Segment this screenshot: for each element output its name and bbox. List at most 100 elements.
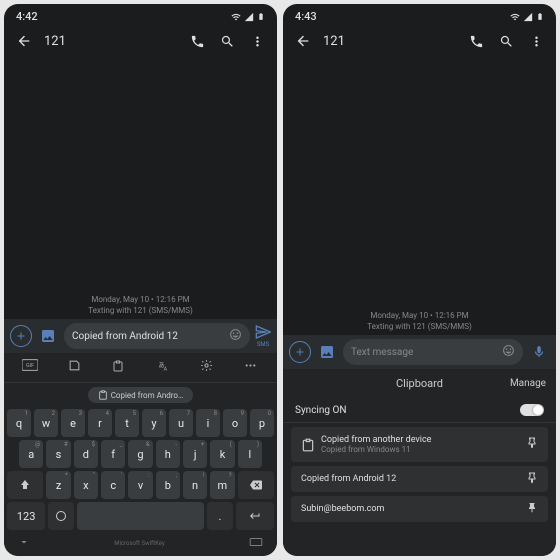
emoji-button[interactable] (502, 344, 515, 360)
send-label: SMS (257, 341, 269, 348)
gallery-button[interactable] (316, 341, 338, 363)
settings-icon (200, 359, 213, 372)
back-button[interactable] (14, 31, 34, 51)
call-button[interactable] (466, 31, 486, 51)
key-c[interactable]: c' (101, 471, 125, 499)
keyboard-small-icon (249, 537, 263, 547)
emoji-icon (229, 328, 242, 341)
key-z[interactable]: z* (46, 471, 70, 499)
clip-item-title: Copied from another device (321, 435, 431, 445)
key-y[interactable]: y6 (142, 409, 166, 437)
key-x[interactable]: x" (74, 471, 98, 499)
key-b[interactable]: b; (156, 471, 180, 499)
add-button[interactable] (289, 341, 311, 363)
signal-icon (244, 12, 254, 22)
conversation-area: Monday, May 10 • 12:16 PM Texting with 1… (4, 57, 277, 319)
key-i[interactable]: i8 (196, 409, 220, 437)
key-u[interactable]: u7 (169, 409, 193, 437)
key-o[interactable]: o9 (223, 409, 247, 437)
kb-more-button[interactable] (241, 359, 261, 376)
emoji-button[interactable] (229, 328, 242, 344)
kb-suggestion[interactable]: Copied from Andro… (88, 387, 194, 403)
key-emoji[interactable] (48, 502, 74, 530)
key-p[interactable]: p0 (250, 409, 274, 437)
clip-item-title: Copied from Android 12 (301, 474, 396, 484)
compose-input[interactable]: Copied from Android 12 (64, 323, 250, 349)
clipboard-small-icon (98, 390, 108, 400)
key-e[interactable]: e3 (61, 409, 85, 437)
key-m[interactable]: m? (210, 471, 234, 499)
pin-button[interactable] (526, 502, 538, 517)
kb-gif-button[interactable]: GIF (20, 359, 40, 376)
message-timestamp: Monday, May 10 • 12:16 PM (370, 311, 468, 320)
kb-translate-button[interactable]: あA (153, 359, 173, 376)
pin-outline-icon (526, 472, 538, 484)
phone-right: 4:43 121 Monday, May 10 • 12:16 PM Texti… (283, 4, 556, 556)
backspace-icon (249, 479, 263, 491)
sync-toggle[interactable] (520, 404, 544, 416)
conversation-area: Monday, May 10 • 12:16 PM Texting with 1… (283, 57, 556, 335)
clipboard-header: Clipboard Manage (283, 369, 556, 398)
more-vert-icon (529, 34, 544, 49)
key-h[interactable]: h- (156, 440, 180, 468)
call-button[interactable] (187, 31, 207, 51)
more-button[interactable] (247, 31, 267, 51)
search-button[interactable] (217, 31, 237, 51)
kb-settings-button[interactable] (197, 359, 217, 376)
device-icon (301, 438, 315, 452)
kb-suggestion-bar: Copied from Andro… (4, 383, 277, 407)
send-button[interactable]: SMS (255, 324, 271, 348)
gallery-button[interactable] (37, 325, 59, 347)
clipboard-manage-button[interactable]: Manage (510, 378, 546, 389)
key-enter[interactable] (236, 502, 274, 530)
pin-button[interactable] (526, 437, 538, 452)
clipboard-item[interactable]: Copied from another deviceCopied from Wi… (291, 427, 548, 462)
clipboard-item[interactable]: Subin@beebom.com (291, 496, 548, 522)
key-g[interactable]: g& (128, 440, 152, 468)
key-period[interactable]: . (207, 502, 233, 530)
key-s[interactable]: s# (46, 440, 70, 468)
kb-sticker-button[interactable] (64, 359, 84, 376)
more-button[interactable] (526, 31, 546, 51)
key-t[interactable]: t5 (115, 409, 139, 437)
pin-button[interactable] (526, 472, 538, 487)
image-icon (40, 328, 56, 344)
key-q[interactable]: q1 (7, 409, 31, 437)
status-bar: 4:43 (283, 4, 556, 25)
emoji-icon (502, 344, 515, 357)
compose-input[interactable]: Text message (343, 339, 523, 365)
chevron-down-icon (18, 536, 30, 548)
compose-row: Text message (283, 335, 556, 369)
key-backspace[interactable] (238, 471, 274, 499)
kb-bottom-bar: Microsoft SwiftKey (4, 532, 277, 556)
key-shift[interactable] (7, 471, 43, 499)
key-v[interactable]: v: (128, 471, 152, 499)
translate-icon: あA (156, 359, 170, 373)
back-button[interactable] (293, 31, 313, 51)
key-w[interactable]: w2 (34, 409, 58, 437)
shift-icon (19, 479, 31, 491)
key-numbers[interactable]: 123 (7, 502, 45, 530)
key-d[interactable]: d$ (74, 440, 98, 468)
compose-text: Copied from Android 12 (72, 331, 225, 342)
kb-clipboard-button[interactable] (108, 359, 128, 376)
kb-toolbar: GIF あA (4, 353, 277, 383)
key-r[interactable]: r4 (88, 409, 112, 437)
key-k[interactable]: k( (210, 440, 234, 468)
mic-button[interactable] (528, 341, 550, 363)
key-space[interactable] (77, 502, 205, 530)
key-n[interactable]: n! (183, 471, 207, 499)
search-button[interactable] (496, 31, 516, 51)
key-j[interactable]: j+ (183, 440, 207, 468)
phone-icon (190, 34, 205, 49)
kb-collapse[interactable] (18, 536, 30, 550)
kb-resize[interactable] (249, 537, 263, 549)
key-a[interactable]: a@ (19, 440, 43, 468)
clipboard-item[interactable]: Copied from Android 12 (291, 466, 548, 492)
compose-row: Copied from Android 12 SMS (4, 319, 277, 353)
search-icon (499, 34, 514, 49)
key-l[interactable]: l) (238, 440, 262, 468)
key-f[interactable]: f_ (101, 440, 125, 468)
add-button[interactable] (10, 325, 32, 347)
status-time: 4:42 (16, 10, 38, 23)
